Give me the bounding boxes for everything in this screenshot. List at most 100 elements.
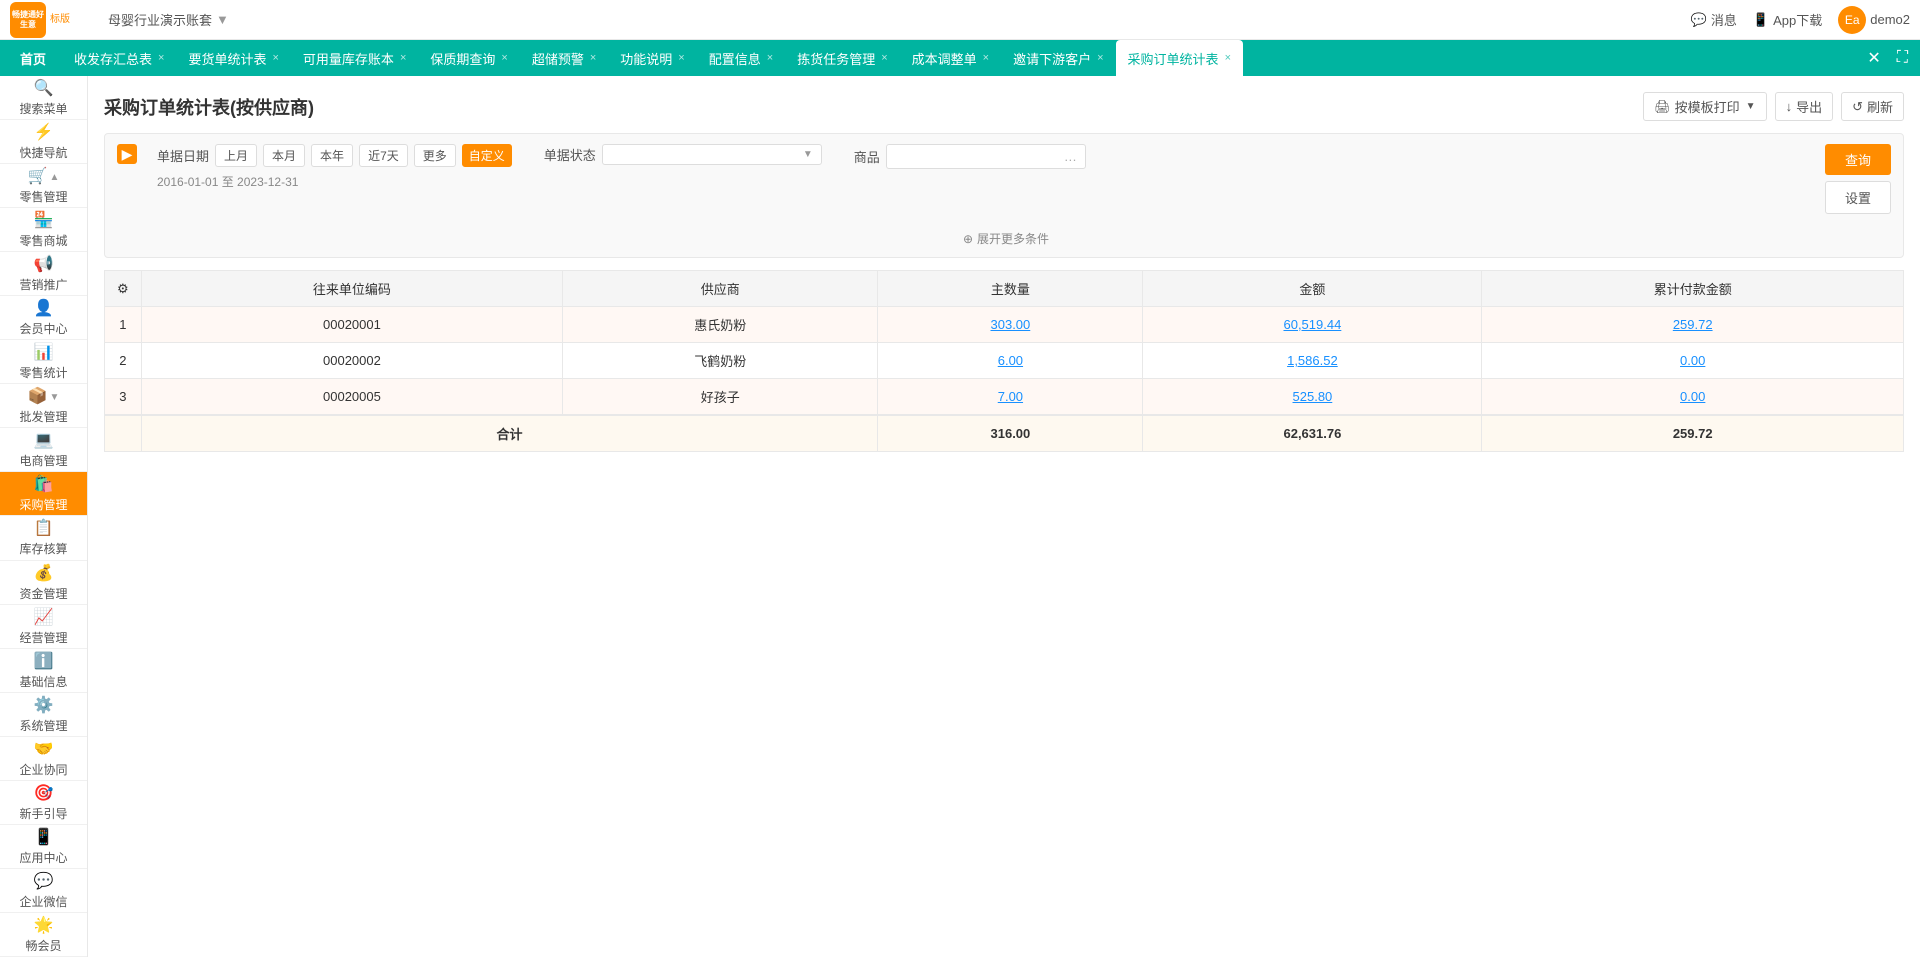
- goods-more-icon[interactable]: …: [1064, 149, 1077, 164]
- messages-btn[interactable]: 💬 消息: [1691, 10, 1737, 29]
- tab-pick-task-close[interactable]: ×: [881, 52, 887, 64]
- cell-amount[interactable]: 525.80: [1143, 379, 1482, 416]
- username-label: demo2: [1870, 12, 1910, 27]
- tab-home[interactable]: 首页: [4, 40, 62, 76]
- sidebar-item-ecommerce[interactable]: 💻 电商管理: [0, 428, 87, 472]
- query-button[interactable]: 查询: [1825, 144, 1891, 175]
- sidebar-item-finance[interactable]: 💰 资金管理: [0, 561, 87, 605]
- tab-stock-book-close[interactable]: ×: [400, 52, 406, 64]
- column-settings-icon[interactable]: ⚙: [117, 281, 129, 296]
- filter-toggle-btn[interactable]: ▶: [117, 144, 137, 164]
- cell-paid[interactable]: 259.72: [1482, 307, 1904, 343]
- nav-maximize-btn[interactable]: ⛶: [1889, 49, 1916, 67]
- th-supplier-label: 供应商: [701, 282, 740, 297]
- cell-paid[interactable]: 0.00: [1482, 343, 1904, 379]
- tab-order-stat[interactable]: 要货单统计表 ×: [176, 40, 290, 76]
- tab-invite-close[interactable]: ×: [1097, 52, 1103, 64]
- export-button[interactable]: ↓ 导出: [1775, 92, 1834, 121]
- sidebar-item-nav[interactable]: ⚡ 快捷导航: [0, 120, 87, 164]
- cell-qty[interactable]: 6.00: [878, 343, 1143, 379]
- sidebar-item-marketing[interactable]: 📢 营销推广: [0, 252, 87, 296]
- tab-order-stat-close[interactable]: ×: [272, 52, 278, 64]
- page-container: 采购订单统计表(按供应商) 🖨 按模板打印 ▼ ↓ 导出 ↺ 刷新: [88, 76, 1920, 957]
- print-button[interactable]: 🖨 按模板打印 ▼: [1643, 92, 1766, 121]
- sidebar-item-guide[interactable]: 🎯 新手引导: [0, 781, 87, 825]
- date-btn-custom[interactable]: 自定义: [462, 144, 512, 167]
- sidebar-item-operation[interactable]: 📈 经营管理: [0, 605, 87, 649]
- app-download-btn[interactable]: 📱 App下载: [1753, 10, 1822, 29]
- sidebar-item-retail-stat-label: 零售统计: [19, 364, 67, 381]
- cell-qty[interactable]: 303.00: [878, 307, 1143, 343]
- sidebar-item-retail[interactable]: 🛒 ▲ 零售管理: [0, 164, 87, 208]
- print-dropdown-arrow: ▼: [1746, 101, 1756, 112]
- th-settings[interactable]: ⚙: [105, 271, 142, 307]
- tab-invite[interactable]: 邀请下游客户 ×: [1001, 40, 1115, 76]
- date-filter-top: 单据日期 上月 本月 本年 近7天 更多 自定义: [157, 144, 512, 167]
- tab-purchase-stat[interactable]: 采购订单统计表 ×: [1116, 40, 1243, 76]
- nav-close-all-btn[interactable]: ✕: [1859, 48, 1888, 68]
- tab-summary[interactable]: 收发存汇总表 ×: [62, 40, 176, 76]
- sidebar-item-retail-stat[interactable]: 📊 零售统计: [0, 340, 87, 384]
- sidebar-item-chang-member[interactable]: 🌟 畅会员: [0, 913, 87, 957]
- th-code-label: 往来单位编码: [313, 282, 391, 297]
- status-select[interactable]: ▼: [602, 144, 822, 165]
- cell-paid[interactable]: 0.00: [1482, 379, 1904, 416]
- user-profile[interactable]: Ea demo2: [1838, 6, 1910, 34]
- tab-expiry-close[interactable]: ×: [501, 52, 507, 64]
- sidebar-item-member[interactable]: 👤 会员中心: [0, 296, 87, 340]
- export-label: 导出: [1796, 97, 1822, 116]
- tab-summary-close[interactable]: ×: [158, 52, 164, 64]
- sidebar-item-wholesale[interactable]: 📦 ▼ 批发管理: [0, 384, 87, 428]
- tab-config[interactable]: 配置信息 ×: [697, 40, 785, 76]
- sidebar-item-app-center[interactable]: 📱 应用中心: [0, 825, 87, 869]
- goods-input[interactable]: …: [886, 144, 1086, 169]
- refresh-button[interactable]: ↺ 刷新: [1841, 92, 1904, 121]
- date-btn-7days[interactable]: 近7天: [359, 144, 408, 167]
- print-label: 按模板打印: [1675, 97, 1740, 116]
- cell-qty[interactable]: 7.00: [878, 379, 1143, 416]
- sidebar-item-purchase-label: 采购管理: [19, 496, 67, 513]
- date-btn-this-year[interactable]: 本年: [311, 144, 353, 167]
- tab-cost-adj[interactable]: 成本调整单 ×: [900, 40, 1001, 76]
- date-btn-more[interactable]: 更多: [414, 144, 456, 167]
- sidebar-item-basic-info[interactable]: ℹ️ 基础信息: [0, 649, 87, 693]
- sidebar-item-search[interactable]: 🔍 搜索菜单: [0, 76, 87, 120]
- tab-func-desc-label: 功能说明: [620, 49, 672, 68]
- top-right-area: 💬 消息 📱 App下载 Ea demo2: [1691, 6, 1910, 34]
- cell-no: 1: [105, 307, 142, 343]
- query-label: 查询: [1845, 153, 1871, 168]
- tab-config-close[interactable]: ×: [767, 52, 773, 64]
- user-avatar: Ea: [1838, 6, 1866, 34]
- sidebar-item-retail-mall[interactable]: 🏪 零售商城: [0, 208, 87, 252]
- cell-amount[interactable]: 1,586.52: [1143, 343, 1482, 379]
- print-icon: 🖨: [1654, 99, 1671, 115]
- sidebar-item-cooperation[interactable]: 🤝 企业协同: [0, 737, 87, 781]
- table-footer: 合计 316.00 62,631.76 259.72: [105, 415, 1904, 452]
- tab-cost-adj-label: 成本调整单: [912, 49, 977, 68]
- sidebar-item-inventory[interactable]: 📋 库存核算: [0, 516, 87, 560]
- page-actions: 🖨 按模板打印 ▼ ↓ 导出 ↺ 刷新: [1643, 92, 1904, 121]
- tab-purchase-stat-close[interactable]: ×: [1225, 52, 1231, 64]
- sidebar-item-system[interactable]: ⚙️ 系统管理: [0, 693, 87, 737]
- tab-func-desc[interactable]: 功能说明 ×: [608, 40, 696, 76]
- settings-button[interactable]: 设置: [1825, 181, 1891, 214]
- expand-more-btn[interactable]: ⊕ 展开更多条件: [959, 230, 1049, 247]
- date-btn-this-month[interactable]: 本月: [263, 144, 305, 167]
- sidebar-item-retail-mall-label: 零售商城: [19, 232, 67, 249]
- status-select-arrow: ▼: [803, 149, 813, 160]
- date-label: 单据日期: [157, 146, 209, 165]
- tab-pick-task[interactable]: 拣货任务管理 ×: [785, 40, 899, 76]
- cell-supplier: 好孩子: [563, 379, 878, 416]
- sidebar-item-purchase[interactable]: 🛍️ 采购管理: [0, 472, 87, 516]
- company-selector[interactable]: 母婴行业演示账套 ▼: [108, 10, 229, 29]
- cell-amount[interactable]: 60,519.44: [1143, 307, 1482, 343]
- tab-stock-book[interactable]: 可用量库存账本 ×: [291, 40, 418, 76]
- tab-overstock[interactable]: 超储预警 ×: [520, 40, 608, 76]
- tab-expiry[interactable]: 保质期查询 ×: [418, 40, 519, 76]
- date-btn-last-month[interactable]: 上月: [215, 144, 257, 167]
- top-bar: 畅捷通好生意 标版 母婴行业演示账套 ▼ 💬 消息 📱 App下载 Ea dem…: [0, 0, 1920, 40]
- tab-func-desc-close[interactable]: ×: [678, 52, 684, 64]
- tab-overstock-close[interactable]: ×: [590, 52, 596, 64]
- sidebar-item-wechat[interactable]: 💬 企业微信: [0, 869, 87, 913]
- tab-cost-adj-close[interactable]: ×: [983, 52, 989, 64]
